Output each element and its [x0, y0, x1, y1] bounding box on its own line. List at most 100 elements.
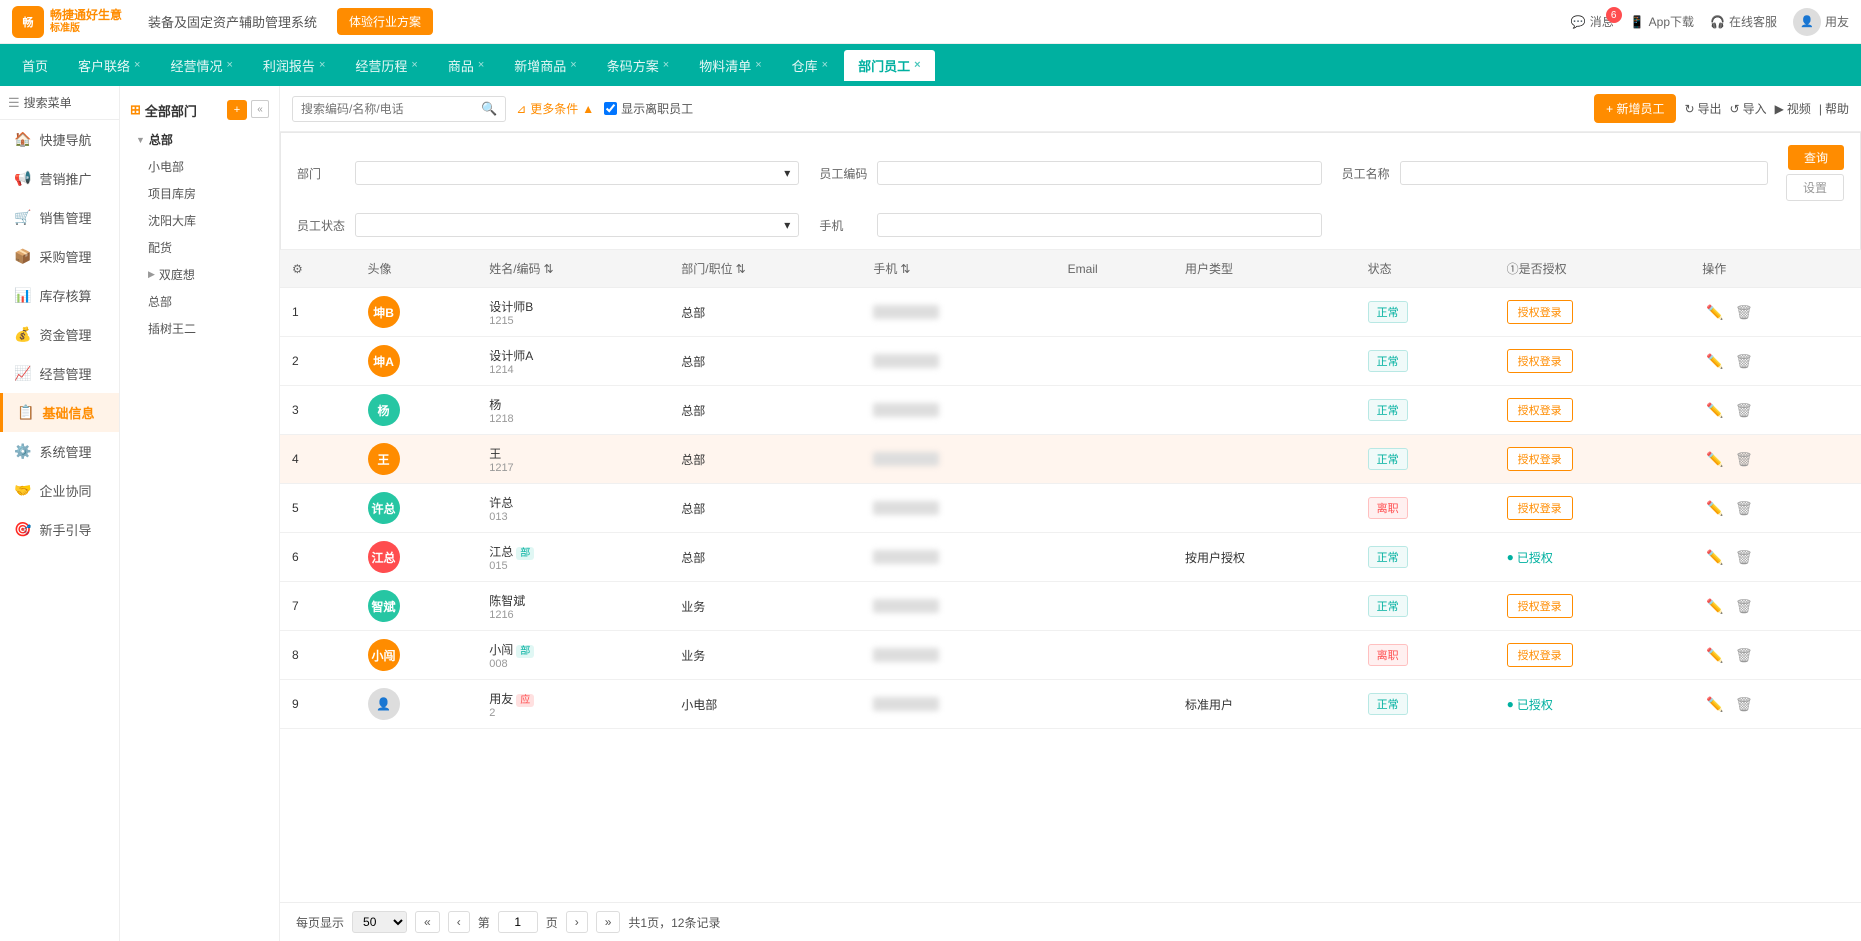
set-button[interactable]: 设置 — [1786, 174, 1844, 201]
filter-empcode-input[interactable] — [877, 161, 1321, 185]
delete-button[interactable]: 🗑 — [1731, 547, 1757, 568]
user-menu-button[interactable]: 👤 用友 — [1793, 8, 1849, 36]
dept-tree-chashuwangyi[interactable]: 插树王二 — [120, 315, 279, 342]
close-icon[interactable]: × — [570, 59, 576, 71]
tab-barcode[interactable]: 条码方案 × — [593, 50, 683, 81]
sidebar-item-finance[interactable]: 💰资金管理 — [0, 315, 119, 354]
app-download-button[interactable]: 📱 App下载 — [1630, 13, 1694, 30]
col-phone[interactable]: 手机 ⇅ — [861, 250, 1055, 288]
edit-button[interactable]: ✏️ — [1702, 645, 1727, 666]
close-icon[interactable]: × — [319, 59, 325, 71]
prev-page-button[interactable]: ‹ — [448, 911, 470, 933]
close-icon[interactable]: × — [411, 59, 417, 71]
col-dept[interactable]: 部门/职位 ⇅ — [669, 250, 861, 288]
edit-button[interactable]: ✏️ — [1702, 547, 1727, 568]
dept-collapse-button[interactable]: « — [251, 100, 269, 118]
edit-button[interactable]: ✏️ — [1702, 302, 1727, 323]
close-icon[interactable]: × — [134, 59, 140, 71]
last-page-button[interactable]: » — [596, 911, 621, 933]
authorize-button[interactable]: 授权登录 — [1507, 643, 1573, 667]
dept-add-button[interactable]: + — [227, 100, 247, 120]
dept-tree-shenyang[interactable]: 沈阳大库 — [120, 207, 279, 234]
authorize-button[interactable]: 授权登录 — [1507, 447, 1573, 471]
search-icon[interactable]: 🔍 — [481, 101, 497, 117]
delete-button[interactable]: 🗑 — [1731, 400, 1757, 421]
col-settings[interactable]: ⚙ — [280, 250, 356, 288]
tab-department[interactable]: 部门员工 × — [844, 50, 934, 81]
edit-button[interactable]: ✏️ — [1702, 694, 1727, 715]
show-resigned-checkbox[interactable] — [604, 102, 617, 115]
edit-button[interactable]: ✏️ — [1702, 449, 1727, 470]
sidebar-item-quick-nav[interactable]: 🏠快捷导航 — [0, 120, 119, 159]
sidebar-item-corp[interactable]: 🤝企业协同 — [0, 471, 119, 510]
tab-warehouse[interactable]: 仓库 × — [778, 50, 842, 81]
filter-phone-input[interactable] — [877, 213, 1321, 237]
page-size-select[interactable]: 50 100 — [352, 911, 407, 933]
delete-button[interactable]: 🗑 — [1731, 449, 1757, 470]
sidebar-item-purchase[interactable]: 📦采购管理 — [0, 237, 119, 276]
close-icon[interactable]: × — [914, 59, 920, 71]
help-button[interactable]: | 帮助 — [1819, 100, 1849, 117]
dept-tree-general[interactable]: ▼ 总部 — [120, 126, 279, 153]
search-input[interactable] — [301, 102, 481, 116]
tab-operation-status[interactable]: 经营情况 × — [156, 50, 246, 81]
sidebar-item-marketing[interactable]: 📢营销推广 — [0, 159, 119, 198]
close-icon[interactable]: × — [478, 59, 484, 71]
sidebar-item-inventory[interactable]: 📊库存核算 — [0, 276, 119, 315]
dept-tree-small-electronics[interactable]: 小电部 — [120, 153, 279, 180]
tab-history[interactable]: 经营历程 × — [341, 50, 431, 81]
delete-button[interactable]: 🗑 — [1731, 596, 1757, 617]
first-page-button[interactable]: « — [415, 911, 440, 933]
col-name[interactable]: 姓名/编码 ⇅ — [477, 250, 669, 288]
show-resigned-checkbox-label[interactable]: 显示离职员工 — [604, 100, 693, 117]
filter-dept-select[interactable]: ▾ — [355, 161, 799, 185]
authorize-button[interactable]: 授权登录 — [1507, 300, 1573, 324]
edit-button[interactable]: ✏️ — [1702, 400, 1727, 421]
dept-tree-project-storage[interactable]: 项目库房 — [120, 180, 279, 207]
messages-button[interactable]: 💬 消息 6 — [1571, 13, 1614, 30]
authorize-button[interactable]: 授权登录 — [1507, 594, 1573, 618]
query-button[interactable]: 查询 — [1788, 145, 1844, 170]
close-icon[interactable]: × — [663, 59, 669, 71]
tab-profit[interactable]: 利润报告 × — [249, 50, 339, 81]
close-icon[interactable]: × — [755, 59, 761, 71]
sidebar-item-system[interactable]: ⚙️系统管理 — [0, 432, 119, 471]
next-page-button[interactable]: › — [566, 911, 588, 933]
close-icon[interactable]: × — [226, 59, 232, 71]
delete-button[interactable]: 🗑 — [1731, 302, 1757, 323]
dept-tree-shuangting[interactable]: ▶ 双庭想 — [120, 261, 279, 288]
add-employee-button[interactable]: + 新增员工 — [1594, 94, 1676, 123]
tab-goods[interactable]: 商品 × — [434, 50, 498, 81]
sidebar-item-operation[interactable]: 📈经营管理 — [0, 354, 119, 393]
sidebar-item-sales[interactable]: 🛒销售管理 — [0, 198, 119, 237]
video-button[interactable]: ▶ 视频 — [1775, 100, 1811, 117]
edit-button[interactable]: ✏️ — [1702, 498, 1727, 519]
tab-add-goods[interactable]: 新增商品 × — [500, 50, 590, 81]
delete-button[interactable]: 🗑 — [1731, 645, 1757, 666]
online-service-button[interactable]: 🎧 在线客服 — [1710, 13, 1777, 30]
close-icon[interactable]: × — [822, 59, 828, 71]
delete-button[interactable]: 🗑 — [1731, 498, 1757, 519]
page-number-input[interactable] — [498, 911, 538, 933]
tab-bom[interactable]: 物料清单 × — [685, 50, 775, 81]
tab-home[interactable]: 首页 — [8, 50, 62, 81]
import-button[interactable]: ↺ 导入 — [1730, 100, 1767, 117]
edit-button[interactable]: ✏️ — [1702, 596, 1727, 617]
authorize-button[interactable]: 授权登录 — [1507, 398, 1573, 422]
tab-customer[interactable]: 客户联络 × — [64, 50, 154, 81]
more-filter-button[interactable]: ⊿ 更多条件 ▲ — [516, 100, 594, 117]
export-button[interactable]: ↻ 导出 — [1684, 100, 1721, 117]
dept-tree-delivery[interactable]: 配货 — [120, 234, 279, 261]
sidebar-item-guide[interactable]: 🎯新手引导 — [0, 510, 119, 549]
authorize-button[interactable]: 授权登录 — [1507, 349, 1573, 373]
filter-status-select[interactable]: ▾ — [355, 213, 799, 237]
row-actions: ✏️ 🗑 — [1690, 631, 1861, 680]
filter-empname-input[interactable] — [1400, 161, 1768, 185]
sidebar-item-basic[interactable]: 📋基础信息 — [0, 393, 119, 432]
authorize-button[interactable]: 授权登录 — [1507, 496, 1573, 520]
dept-tree-headquarters[interactable]: 总部 — [120, 288, 279, 315]
try-industry-button[interactable]: 体验行业方案 — [337, 8, 433, 35]
delete-button[interactable]: 🗑 — [1731, 351, 1757, 372]
delete-button[interactable]: 🗑 — [1731, 694, 1757, 715]
edit-button[interactable]: ✏️ — [1702, 351, 1727, 372]
